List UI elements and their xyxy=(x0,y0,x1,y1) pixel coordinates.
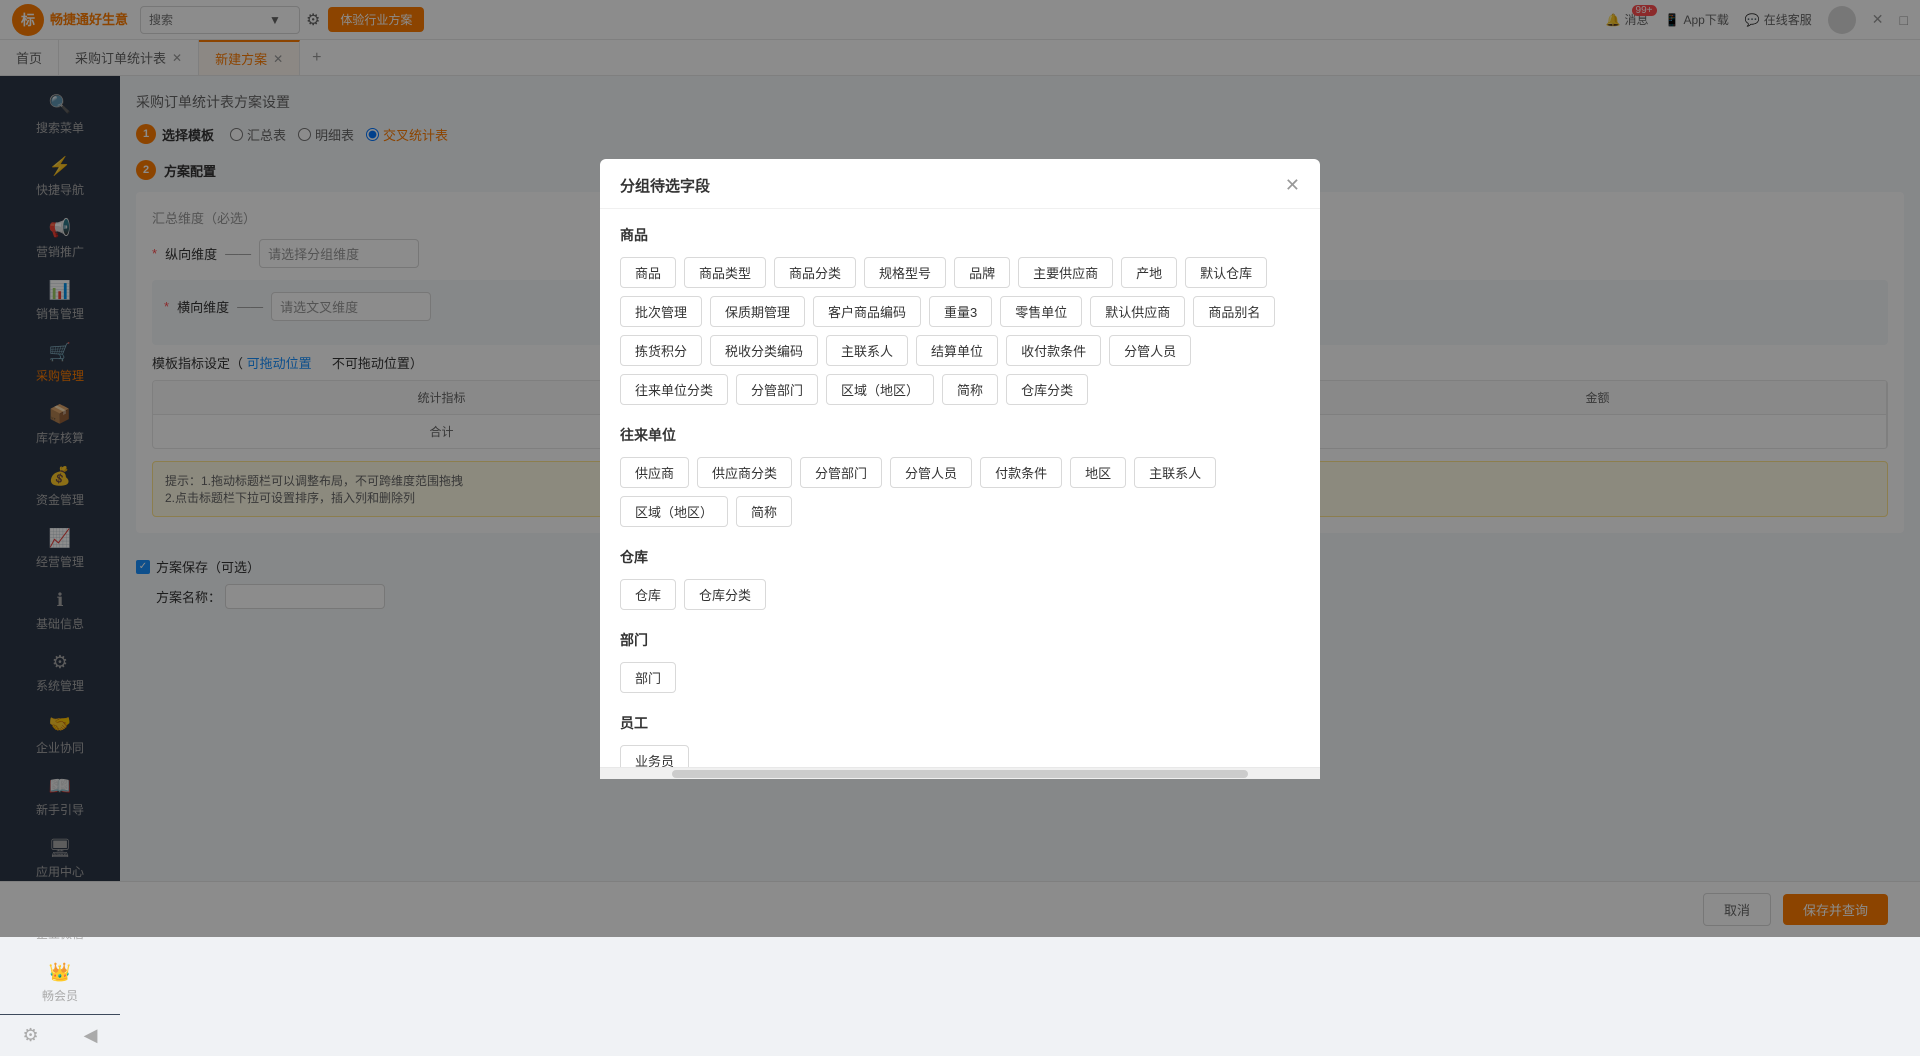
field-tag[interactable]: 客户商品编码 xyxy=(813,296,921,327)
field-tag[interactable]: 付款条件 xyxy=(980,457,1062,488)
field-tag[interactable]: 分管人员 xyxy=(890,457,972,488)
field-section-商品: 商品商品商品类型商品分类规格型号品牌主要供应商产地默认仓库批次管理保质期管理客户… xyxy=(620,225,1300,405)
modal-body[interactable]: 商品商品商品类型商品分类规格型号品牌主要供应商产地默认仓库批次管理保质期管理客户… xyxy=(600,209,1320,767)
field-tag[interactable]: 供应商 xyxy=(620,457,689,488)
field-section-员工: 员工业务员 xyxy=(620,713,1300,767)
field-section-title: 部门 xyxy=(620,630,1300,650)
field-tag[interactable]: 品牌 xyxy=(954,257,1010,288)
field-tag[interactable]: 往来单位分类 xyxy=(620,374,728,405)
field-tag[interactable]: 商品分类 xyxy=(774,257,856,288)
field-tag[interactable]: 区域（地区） xyxy=(620,496,728,527)
field-tag[interactable]: 区域（地区） xyxy=(826,374,934,405)
modal-header: 分组待选字段 ✕ xyxy=(600,159,1320,209)
field-section-仓库: 仓库仓库仓库分类 xyxy=(620,547,1300,610)
modal-hscroll-thumb xyxy=(672,770,1248,778)
field-section-title: 商品 xyxy=(620,225,1300,245)
field-section-title: 往来单位 xyxy=(620,425,1300,445)
field-tag[interactable]: 供应商分类 xyxy=(697,457,792,488)
field-tag[interactable]: 商品 xyxy=(620,257,676,288)
field-tags: 部门 xyxy=(620,662,1300,693)
field-tag[interactable]: 主联系人 xyxy=(1134,457,1216,488)
field-tag[interactable]: 仓库 xyxy=(620,579,676,610)
field-tag[interactable]: 简称 xyxy=(942,374,998,405)
field-tag[interactable]: 产地 xyxy=(1121,257,1177,288)
sidebar-item-member[interactable]: 👑 畅会员 xyxy=(0,952,120,1014)
field-tag[interactable]: 地区 xyxy=(1070,457,1126,488)
field-tag[interactable]: 主要供应商 xyxy=(1018,257,1113,288)
field-tag[interactable]: 规格型号 xyxy=(864,257,946,288)
field-tag[interactable]: 仓库分类 xyxy=(1006,374,1088,405)
field-tag[interactable]: 重量3 xyxy=(929,296,992,327)
field-section-title: 仓库 xyxy=(620,547,1300,567)
field-section-部门: 部门部门 xyxy=(620,630,1300,693)
field-tag[interactable]: 简称 xyxy=(736,496,792,527)
field-tags: 业务员 xyxy=(620,745,1300,767)
field-tag[interactable]: 默认仓库 xyxy=(1185,257,1267,288)
field-tag[interactable]: 业务员 xyxy=(620,745,689,767)
modal-horizontal-scrollbar[interactable] xyxy=(600,767,1320,779)
field-section-title: 员工 xyxy=(620,713,1300,733)
field-tag[interactable]: 批次管理 xyxy=(620,296,702,327)
field-tags: 供应商供应商分类分管部门分管人员付款条件地区主联系人区域（地区） 简称 xyxy=(620,457,1300,527)
field-tag[interactable]: 默认供应商 xyxy=(1090,296,1185,327)
field-tags: 商品商品类型商品分类规格型号品牌主要供应商产地默认仓库批次管理保质期管理客户商品… xyxy=(620,257,1300,405)
field-tag[interactable]: 主联系人 xyxy=(826,335,908,366)
field-tag[interactable]: 分管部门 xyxy=(736,374,818,405)
sidebar-item-label: 畅会员 xyxy=(42,987,78,1004)
field-tag[interactable]: 结算单位 xyxy=(916,335,998,366)
field-tag[interactable]: 商品别名 xyxy=(1193,296,1275,327)
sidebar-bottom: ⚙ ◀ xyxy=(0,1014,120,1056)
modal-overlay: 分组待选字段 ✕ 商品商品商品类型商品分类规格型号品牌主要供应商产地默认仓库批次… xyxy=(0,0,1920,937)
sidebar-collapse-btn[interactable]: ◀ xyxy=(84,1025,98,1046)
field-section-往来单位: 往来单位供应商供应商分类分管部门分管人员付款条件地区主联系人区域（地区） 简称 xyxy=(620,425,1300,527)
field-tag[interactable]: 分管部门 xyxy=(800,457,882,488)
sidebar-settings-btn[interactable]: ⚙ xyxy=(23,1025,39,1046)
field-tag[interactable]: 保质期管理 xyxy=(710,296,805,327)
field-tag[interactable]: 仓库分类 xyxy=(684,579,766,610)
field-tag[interactable]: 分管人员 xyxy=(1109,335,1191,366)
member-icon: 👑 xyxy=(49,962,71,983)
field-tag[interactable]: 商品类型 xyxy=(684,257,766,288)
field-tag[interactable]: 收付款条件 xyxy=(1006,335,1101,366)
modal: 分组待选字段 ✕ 商品商品商品类型商品分类规格型号品牌主要供应商产地默认仓库批次… xyxy=(600,159,1320,779)
field-tag[interactable]: 拣货积分 xyxy=(620,335,702,366)
field-tag[interactable]: 零售单位 xyxy=(1000,296,1082,327)
field-tag[interactable]: 部门 xyxy=(620,662,676,693)
modal-title: 分组待选字段 xyxy=(620,175,710,196)
field-tag[interactable]: 税收分类编码 xyxy=(710,335,818,366)
modal-close-btn[interactable]: ✕ xyxy=(1285,175,1300,196)
field-tags: 仓库仓库分类 xyxy=(620,579,1300,610)
